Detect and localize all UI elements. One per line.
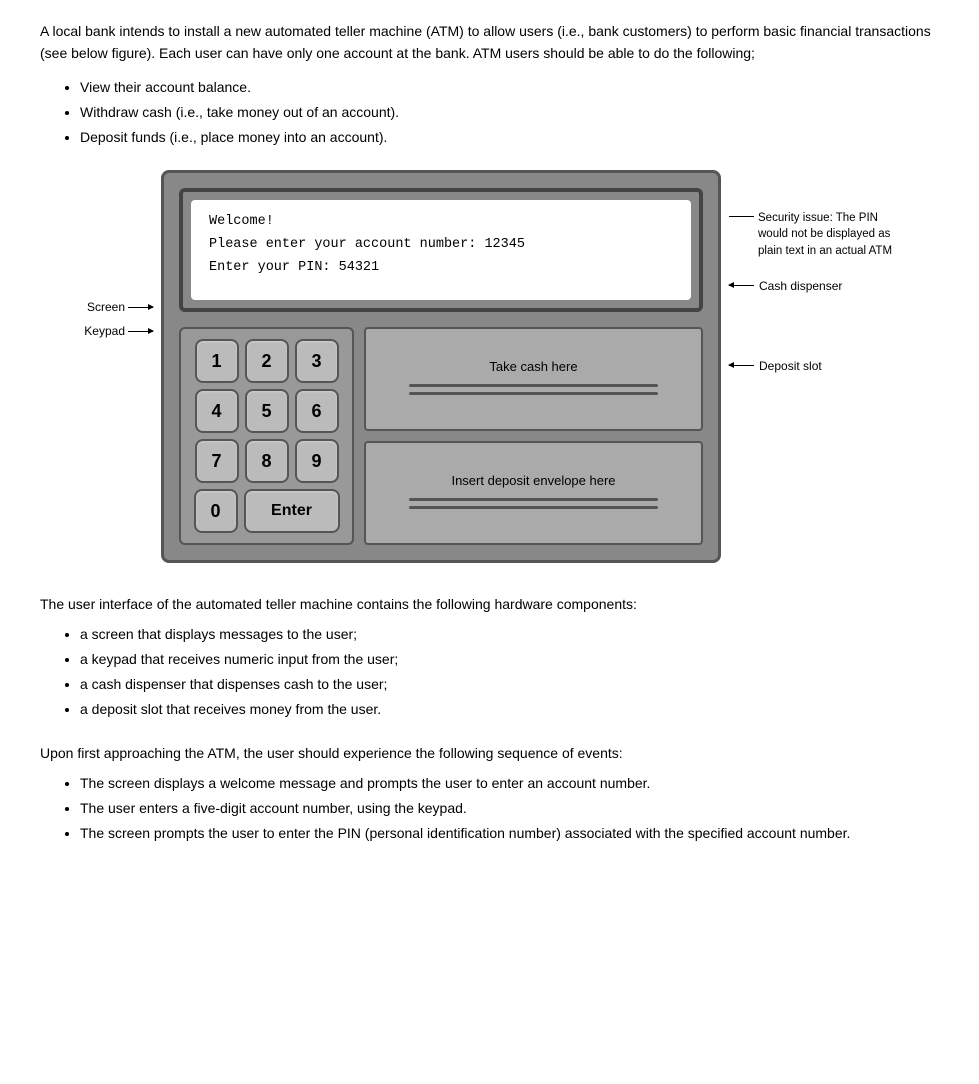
key-2[interactable]: 2 <box>245 339 289 383</box>
cash-dispenser: Take cash here <box>364 327 703 431</box>
key-9[interactable]: 9 <box>295 439 339 483</box>
key-0[interactable]: 0 <box>194 489 238 533</box>
key-enter[interactable]: Enter <box>244 489 340 533</box>
sequence-intro: Upon first approaching the ATM, the user… <box>40 742 939 764</box>
cash-slot-line-1 <box>409 384 658 387</box>
screen-arrow <box>128 307 153 308</box>
security-note-line <box>729 216 754 217</box>
atm-screen-outer: Welcome! Please enter your account numbe… <box>179 188 703 312</box>
bullet-withdraw: Withdraw cash (i.e., take money out of a… <box>80 100 939 125</box>
key-3[interactable]: 3 <box>295 339 339 383</box>
keypad-label-text: Keypad <box>84 324 125 338</box>
atm-machine: Welcome! Please enter your account numbe… <box>161 170 721 563</box>
deposit-slot-line-2 <box>409 506 658 509</box>
hw-bullet-screen: a screen that displays messages to the u… <box>80 622 939 647</box>
security-note: Security issue: The PIN would not be dis… <box>758 210 898 258</box>
seq-bullet-pin: The screen prompts the user to enter the… <box>80 821 939 846</box>
cash-dispenser-arrow <box>729 285 754 286</box>
intro-paragraph: A local bank intends to install a new au… <box>40 20 939 65</box>
atm-keypad: 1 2 3 4 5 6 7 8 9 0 <box>179 327 354 545</box>
key-7[interactable]: 7 <box>195 439 239 483</box>
hw-bullet-cash: a cash dispenser that dispenses cash to … <box>80 672 939 697</box>
key-6[interactable]: 6 <box>295 389 339 433</box>
deposit-slot-line-1 <box>409 498 658 501</box>
key-1[interactable]: 1 <box>195 339 239 383</box>
screen-label-text: Screen <box>87 300 125 314</box>
key-8[interactable]: 8 <box>245 439 289 483</box>
take-cash-label: Take cash here <box>489 359 577 374</box>
atm-diagram: Screen Keypad Welcome! Please enter your… <box>40 170 939 563</box>
deposit-slot-label-row: Deposit slot <box>729 359 898 373</box>
seq-bullet-welcome: The screen displays a welcome message an… <box>80 771 939 796</box>
key-5[interactable]: 5 <box>245 389 289 433</box>
hw-bullet-deposit: a deposit slot that receives money from … <box>80 697 939 722</box>
sequence-bullet-list: The screen displays a welcome message an… <box>80 771 939 847</box>
atm-screen-inner: Welcome! Please enter your account numbe… <box>191 200 691 300</box>
cash-slot-line-2 <box>409 392 658 395</box>
bullet-deposit: Deposit funds (i.e., place money into an… <box>80 125 939 150</box>
security-note-container: Security issue: The PIN would not be dis… <box>729 210 898 258</box>
atm-slots: Take cash here Insert deposit envelope h… <box>364 327 703 545</box>
deposit-slot-label-text: Deposit slot <box>759 359 822 373</box>
screen-label: Screen <box>87 300 153 314</box>
cash-dispenser-label-row: Cash dispenser <box>729 279 898 293</box>
atm-bottom-section: 1 2 3 4 5 6 7 8 9 0 <box>179 327 703 545</box>
keypad-arrow <box>128 331 153 332</box>
deposit-slot: Insert deposit envelope here <box>364 441 703 545</box>
keypad-row-4: 0 Enter <box>191 489 342 533</box>
cash-dispenser-label-text: Cash dispenser <box>759 279 842 293</box>
keypad-row-3: 7 8 9 <box>191 439 342 483</box>
key-4[interactable]: 4 <box>195 389 239 433</box>
deposit-slot-arrow <box>729 365 754 366</box>
intro-bullet-list: View their account balance. Withdraw cas… <box>80 75 939 151</box>
seq-bullet-account: The user enters a five-digit account num… <box>80 796 939 821</box>
screen-line-account: Please enter your account number: 12345 <box>209 237 673 252</box>
insert-deposit-label: Insert deposit envelope here <box>451 473 615 488</box>
screen-line-welcome: Welcome! <box>209 214 673 229</box>
screen-line-pin: Enter your PIN: 54321 <box>209 260 673 275</box>
hardware-bullet-list: a screen that displays messages to the u… <box>80 622 939 723</box>
hardware-intro: The user interface of the automated tell… <box>40 593 939 615</box>
keypad-label: Keypad <box>84 324 153 338</box>
keypad-row-2: 4 5 6 <box>191 389 342 433</box>
diagram-left-labels: Screen Keypad <box>81 170 161 338</box>
keypad-row-1: 1 2 3 <box>191 339 342 383</box>
atm-machine-body: Welcome! Please enter your account numbe… <box>161 170 721 563</box>
hw-bullet-keypad: a keypad that receives numeric input fro… <box>80 647 939 672</box>
diagram-right-labels: Security issue: The PIN would not be dis… <box>721 170 898 372</box>
bullet-view-balance: View their account balance. <box>80 75 939 100</box>
